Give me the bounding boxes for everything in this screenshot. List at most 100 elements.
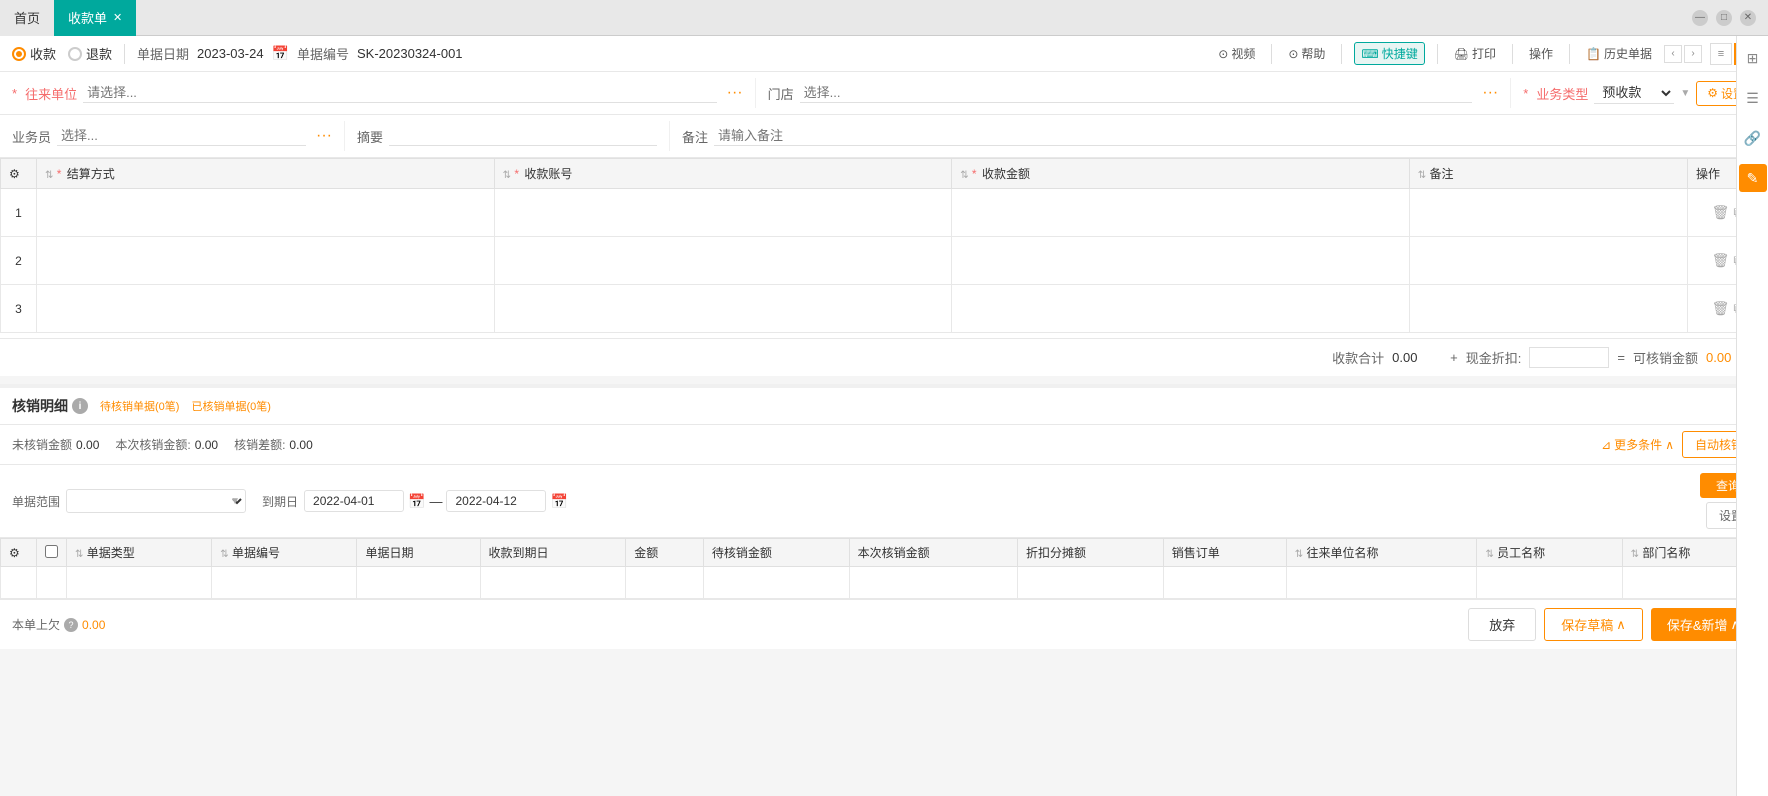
date-range-dash: —	[429, 494, 442, 509]
store-more-icon[interactable]: ···	[1482, 84, 1498, 102]
counterpart-input[interactable]	[83, 83, 717, 103]
row-3-remark[interactable]	[1409, 285, 1687, 333]
more-cond-btn[interactable]: ⊿ 更多条件 ∧	[1601, 436, 1674, 453]
bt-col-settings[interactable]: ⚙	[1, 539, 37, 567]
remark-group: 备注	[682, 126, 1756, 146]
table-row: 2 🗑 ⧉	[1, 237, 1768, 285]
date-range: 📅 — 📅	[304, 490, 568, 512]
sep4	[1437, 44, 1438, 64]
store-group: 门店 ···	[768, 83, 1499, 103]
tab-close-icon[interactable]: ✕	[113, 11, 122, 24]
row-1-settlement[interactable]	[37, 189, 495, 237]
unverified-value: 0.00	[76, 438, 99, 452]
radio-refund[interactable]: 退款	[68, 44, 112, 63]
maximize-btn[interactable]: □	[1716, 10, 1732, 26]
table-row: 1 🗑 ⧉	[1, 189, 1768, 237]
col-settings-header[interactable]: ⚙	[1, 159, 37, 189]
done-tab[interactable]: 已核销单据(0笔)	[191, 398, 270, 414]
row-3-account[interactable]	[494, 285, 952, 333]
save-draft-btn[interactable]: 保存草稿 ∧	[1544, 608, 1643, 641]
history-btn[interactable]: 📋 历史单据	[1582, 43, 1656, 64]
staff-label: 业务员	[12, 127, 51, 146]
row-1-amount[interactable]	[952, 189, 1410, 237]
staff-input[interactable]	[57, 126, 306, 146]
sep1	[124, 44, 125, 64]
calendar-icon[interactable]: 📅	[272, 45, 289, 62]
col-account-header: ⇅ * 收款账号	[494, 159, 952, 189]
staff-more-icon[interactable]: ···	[316, 127, 332, 145]
footer-order-label: 本单上欠	[12, 616, 60, 633]
ops-btn[interactable]: 操作	[1525, 43, 1557, 64]
counterpart-more-icon[interactable]: ···	[727, 84, 743, 102]
store-input[interactable]	[800, 83, 1473, 103]
date-to-cal-icon[interactable]: 📅	[550, 493, 567, 510]
date-from-input[interactable]	[304, 490, 404, 512]
unverified-label: 未核销金额	[12, 436, 72, 453]
save-new-label: 保存&新增	[1667, 615, 1728, 634]
print-icon: 🖨	[1454, 47, 1469, 61]
abandon-btn[interactable]: 放弃	[1468, 608, 1536, 641]
row-1-remark[interactable]	[1409, 189, 1687, 237]
bt-select-all[interactable]	[45, 545, 58, 558]
field-divider-4	[669, 121, 670, 151]
help-btn[interactable]: ⊙ 帮助	[1284, 43, 1329, 64]
sep6	[1569, 44, 1570, 64]
range-select[interactable]	[66, 489, 246, 513]
sidebar-list-icon[interactable]: ☰	[1739, 84, 1767, 112]
verify-title: 核销明细 i	[12, 396, 88, 416]
remark-input[interactable]	[714, 126, 1756, 146]
row-3-settlement[interactable]	[37, 285, 495, 333]
radio-receive[interactable]: 收款	[12, 44, 56, 63]
tab-receipt[interactable]: 收款单 ✕	[54, 0, 136, 36]
pending-tab[interactable]: 待核销单据(0笔)	[100, 398, 179, 414]
range-group: 单据范围 ▼	[12, 489, 246, 513]
counterpart-star: *	[12, 86, 17, 101]
footer-info-icon[interactable]: ?	[64, 618, 78, 632]
row-1-account[interactable]	[494, 189, 952, 237]
unverified-group: 未核销金额 0.00	[12, 436, 99, 453]
row-2-account[interactable]	[494, 237, 952, 285]
row-2-amount[interactable]	[952, 237, 1410, 285]
shortcut-label: 快捷键	[1382, 45, 1418, 62]
verify-stats: 未核销金额 0.00 本次核销金额: 0.00 核销差额: 0.00 ⊿ 更多条…	[0, 425, 1768, 465]
minimize-btn[interactable]: —	[1692, 10, 1708, 26]
close-btn[interactable]: ✕	[1740, 10, 1756, 26]
chevron-up-icon: ∧	[1665, 438, 1674, 452]
discount-input[interactable]	[1529, 347, 1609, 368]
bottom-table-row	[1, 567, 1768, 599]
staff-group: 业务员 ···	[12, 126, 332, 146]
date-to-input[interactable]	[446, 490, 546, 512]
date-from-cal-icon[interactable]: 📅	[408, 493, 425, 510]
video-btn[interactable]: ⊙ 视频	[1214, 43, 1259, 64]
nav-next[interactable]: ›	[1684, 45, 1702, 63]
diff-value: 0.00	[289, 438, 312, 452]
main-content: 收款 退款 单据日期 2023-03-24 📅 单据编号 SK-20230324…	[0, 36, 1768, 796]
print-btn[interactable]: 🖨 打印	[1450, 43, 1500, 64]
sidebar-attachment-icon[interactable]: 🔗	[1739, 124, 1767, 152]
row-2-remark[interactable]	[1409, 237, 1687, 285]
sidebar-edit-icon[interactable]: ✎	[1739, 164, 1767, 192]
row-2-settlement[interactable]	[37, 237, 495, 285]
row-2-delete-btn[interactable]: 🗑	[1712, 252, 1730, 269]
counterpart-group: * 往来单位 ···	[12, 83, 743, 103]
sidebar-table-icon[interactable]: ⊞	[1739, 44, 1767, 72]
layout-lines-btn[interactable]: ≡	[1710, 43, 1732, 65]
row-1-delete-btn[interactable]: 🗑	[1712, 204, 1730, 221]
biz-type-select[interactable]: 预收款	[1594, 82, 1674, 104]
bt-col-doc-date: 单据日期	[357, 539, 480, 567]
verify-right: ⊿ 更多条件 ∧ 自动核销	[1601, 431, 1756, 458]
discount-label: 现金折扣:	[1466, 348, 1522, 367]
shortcut-btn[interactable]: ⌨ 快捷键	[1354, 42, 1424, 65]
tab-home[interactable]: 首页	[0, 0, 54, 36]
summary-input[interactable]	[389, 126, 657, 146]
row-3-amount[interactable]	[952, 285, 1410, 333]
row-3-delete-btn[interactable]: 🗑	[1712, 300, 1730, 317]
remark-label: 备注	[682, 127, 708, 146]
footer-info: 本单上欠 ? 0.00	[12, 616, 105, 633]
footer-order-value: 0.00	[82, 618, 105, 632]
window-controls: — □ ✕	[1692, 10, 1768, 26]
bt-col-staff: ⇅ 员工名称	[1477, 539, 1622, 567]
filter-icon: ⊿	[1601, 438, 1611, 452]
verify-info-icon[interactable]: i	[72, 398, 88, 414]
nav-prev[interactable]: ‹	[1664, 45, 1682, 63]
